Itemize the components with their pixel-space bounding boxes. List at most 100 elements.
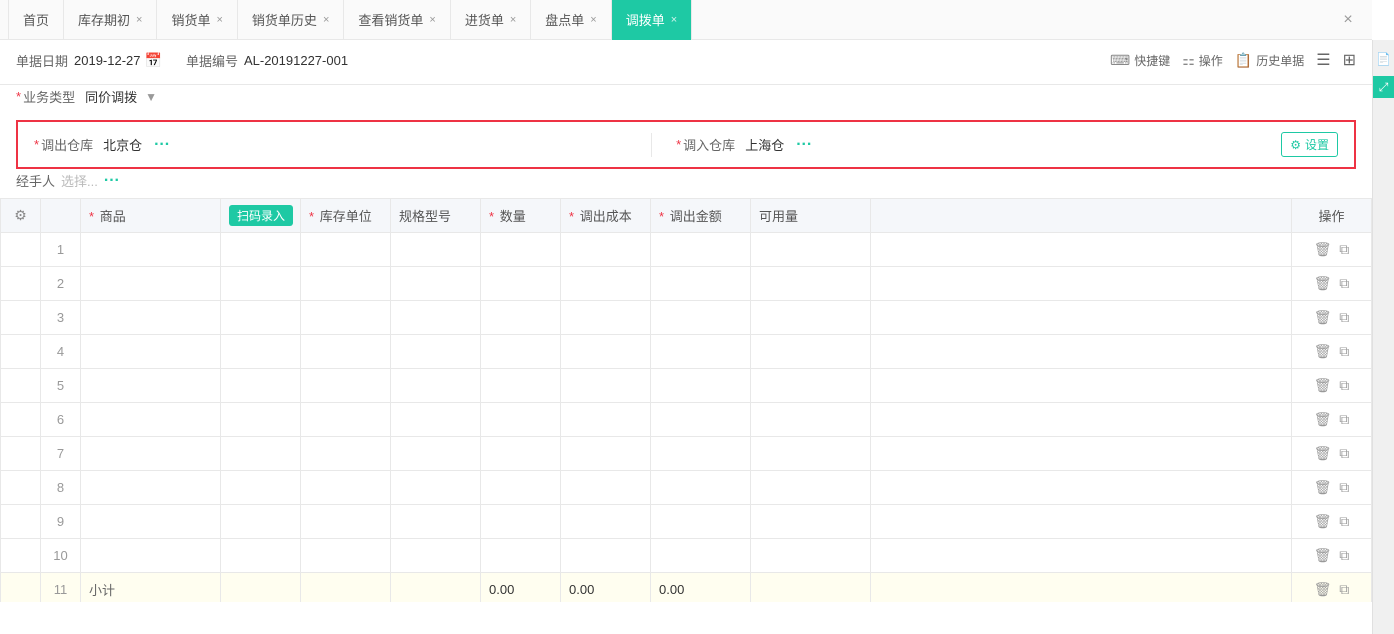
scan-button[interactable]: 扫码录入 [229, 205, 293, 226]
layout-btn-2[interactable]: ⊞ [1343, 50, 1356, 70]
tab-sales-order[interactable]: 销货单 × [157, 0, 237, 40]
tab-inventory-init-close[interactable]: × [136, 14, 142, 26]
row-amount-2[interactable] [651, 267, 751, 301]
row-copy-btn-1[interactable]: ⧉ [1339, 241, 1349, 257]
doc-date-value[interactable]: 2019-12-27 [74, 53, 141, 68]
tab-inventory[interactable]: 盘点单 × [531, 0, 611, 40]
row-delete-btn-2[interactable]: 🗑 [1314, 275, 1332, 291]
layout-btn-1[interactable]: ☰ [1316, 50, 1330, 70]
tab-purchase[interactable]: 进货单 × [451, 0, 531, 40]
business-type-arrow[interactable]: ▼ [145, 90, 157, 104]
tab-inventory-init[interactable]: 库存期初 × [64, 0, 157, 40]
row-qty-1[interactable] [481, 233, 561, 267]
warehouse-in-value[interactable]: 上海仓 [741, 133, 788, 156]
shortcuts-btn[interactable]: ⌨ 快捷键 [1110, 52, 1170, 69]
row-delete-btn-5[interactable]: 🗑 [1314, 377, 1332, 393]
warehouse-out-value[interactable]: 北京仓 [99, 133, 146, 156]
row-product-3[interactable] [81, 301, 221, 335]
row-unit-3[interactable] [301, 301, 391, 335]
row-qty-10[interactable] [481, 539, 561, 573]
tab-inventory-close[interactable]: × [590, 14, 596, 26]
row-copy-btn-5[interactable]: ⧉ [1339, 377, 1349, 393]
history-btn[interactable]: 📋 历史单据 [1235, 52, 1304, 69]
row-qty-6[interactable] [481, 403, 561, 437]
tab-transfer[interactable]: 调拨单 × [612, 0, 692, 40]
row-delete-btn-9[interactable]: 🗑 [1314, 513, 1332, 529]
row-copy-btn-11[interactable]: ⧉ [1339, 581, 1349, 597]
tab-home[interactable]: 首页 [8, 0, 64, 40]
row-cost-7[interactable] [561, 437, 651, 471]
row-product-4[interactable] [81, 335, 221, 369]
sidebar-expand-icon[interactable]: ⤢ [1373, 76, 1394, 98]
row-amount-5[interactable] [651, 369, 751, 403]
settings-button[interactable]: ⚙ 设置 [1281, 132, 1338, 157]
handler-placeholder[interactable]: 选择... [61, 171, 98, 190]
row-copy-btn-6[interactable]: ⧉ [1339, 411, 1349, 427]
row-product-5[interactable] [81, 369, 221, 403]
handler-more[interactable]: ··· [104, 172, 120, 190]
row-delete-btn-1[interactable]: 🗑 [1314, 241, 1332, 257]
row-spec-4[interactable] [391, 335, 481, 369]
tab-purchase-close[interactable]: × [510, 14, 516, 26]
col-settings-header[interactable]: ⚙ [1, 199, 41, 233]
row-cost-5[interactable] [561, 369, 651, 403]
operations-btn[interactable]: ⚏ 操作 [1182, 52, 1223, 69]
row-delete-btn-4[interactable]: 🗑 [1314, 343, 1332, 359]
close-all-tabs[interactable]: × [1332, 4, 1364, 36]
row-product-8[interactable] [81, 471, 221, 505]
row-product-6[interactable] [81, 403, 221, 437]
row-amount-10[interactable] [651, 539, 751, 573]
row-delete-btn-11[interactable]: 🗑 [1314, 581, 1332, 597]
row-copy-btn-7[interactable]: ⧉ [1339, 445, 1349, 461]
row-cost-4[interactable] [561, 335, 651, 369]
row-cost-9[interactable] [561, 505, 651, 539]
row-qty-8[interactable] [481, 471, 561, 505]
row-amount-1[interactable] [651, 233, 751, 267]
settings-gear[interactable]: ⚙ [14, 207, 27, 223]
tab-view-sales[interactable]: 查看销货单 × [344, 0, 450, 40]
tab-sales-history[interactable]: 销货单历史 × [238, 0, 344, 40]
row-copy-btn-3[interactable]: ⧉ [1339, 309, 1349, 325]
row-delete-btn-7[interactable]: 🗑 [1314, 445, 1332, 461]
row-copy-btn-2[interactable]: ⧉ [1339, 275, 1349, 291]
row-spec-1[interactable] [391, 233, 481, 267]
row-delete-btn-8[interactable]: 🗑 [1314, 479, 1332, 495]
row-cost-10[interactable] [561, 539, 651, 573]
row-qty-7[interactable] [481, 437, 561, 471]
row-spec-6[interactable] [391, 403, 481, 437]
row-delete-btn-6[interactable]: 🗑 [1314, 411, 1332, 427]
tab-view-sales-close[interactable]: × [429, 14, 435, 26]
row-unit-1[interactable] [301, 233, 391, 267]
tab-sales-order-close[interactable]: × [216, 14, 222, 26]
row-spec-10[interactable] [391, 539, 481, 573]
row-unit-2[interactable] [301, 267, 391, 301]
row-copy-btn-8[interactable]: ⧉ [1339, 479, 1349, 495]
calendar-icon[interactable]: 📅 [145, 52, 162, 69]
row-copy-btn-4[interactable]: ⧉ [1339, 343, 1349, 359]
row-unit-5[interactable] [301, 369, 391, 403]
row-amount-7[interactable] [651, 437, 751, 471]
row-qty-3[interactable] [481, 301, 561, 335]
row-spec-2[interactable] [391, 267, 481, 301]
row-spec-8[interactable] [391, 471, 481, 505]
row-qty-2[interactable] [481, 267, 561, 301]
row-product-1[interactable] [81, 233, 221, 267]
row-copy-btn-9[interactable]: ⧉ [1339, 513, 1349, 529]
row-amount-4[interactable] [651, 335, 751, 369]
row-amount-8[interactable] [651, 471, 751, 505]
row-qty-4[interactable] [481, 335, 561, 369]
row-cost-3[interactable] [561, 301, 651, 335]
sidebar-doc-icon[interactable]: 📄 [1373, 48, 1394, 70]
row-product-9[interactable] [81, 505, 221, 539]
tab-sales-history-close[interactable]: × [323, 14, 329, 26]
row-spec-9[interactable] [391, 505, 481, 539]
row-spec-7[interactable] [391, 437, 481, 471]
row-unit-10[interactable] [301, 539, 391, 573]
warehouse-out-more[interactable]: ··· [154, 136, 170, 154]
row-amount-9[interactable] [651, 505, 751, 539]
row-cost-6[interactable] [561, 403, 651, 437]
row-delete-btn-3[interactable]: 🗑 [1314, 309, 1332, 325]
row-unit-9[interactable] [301, 505, 391, 539]
row-unit-8[interactable] [301, 471, 391, 505]
row-amount-6[interactable] [651, 403, 751, 437]
